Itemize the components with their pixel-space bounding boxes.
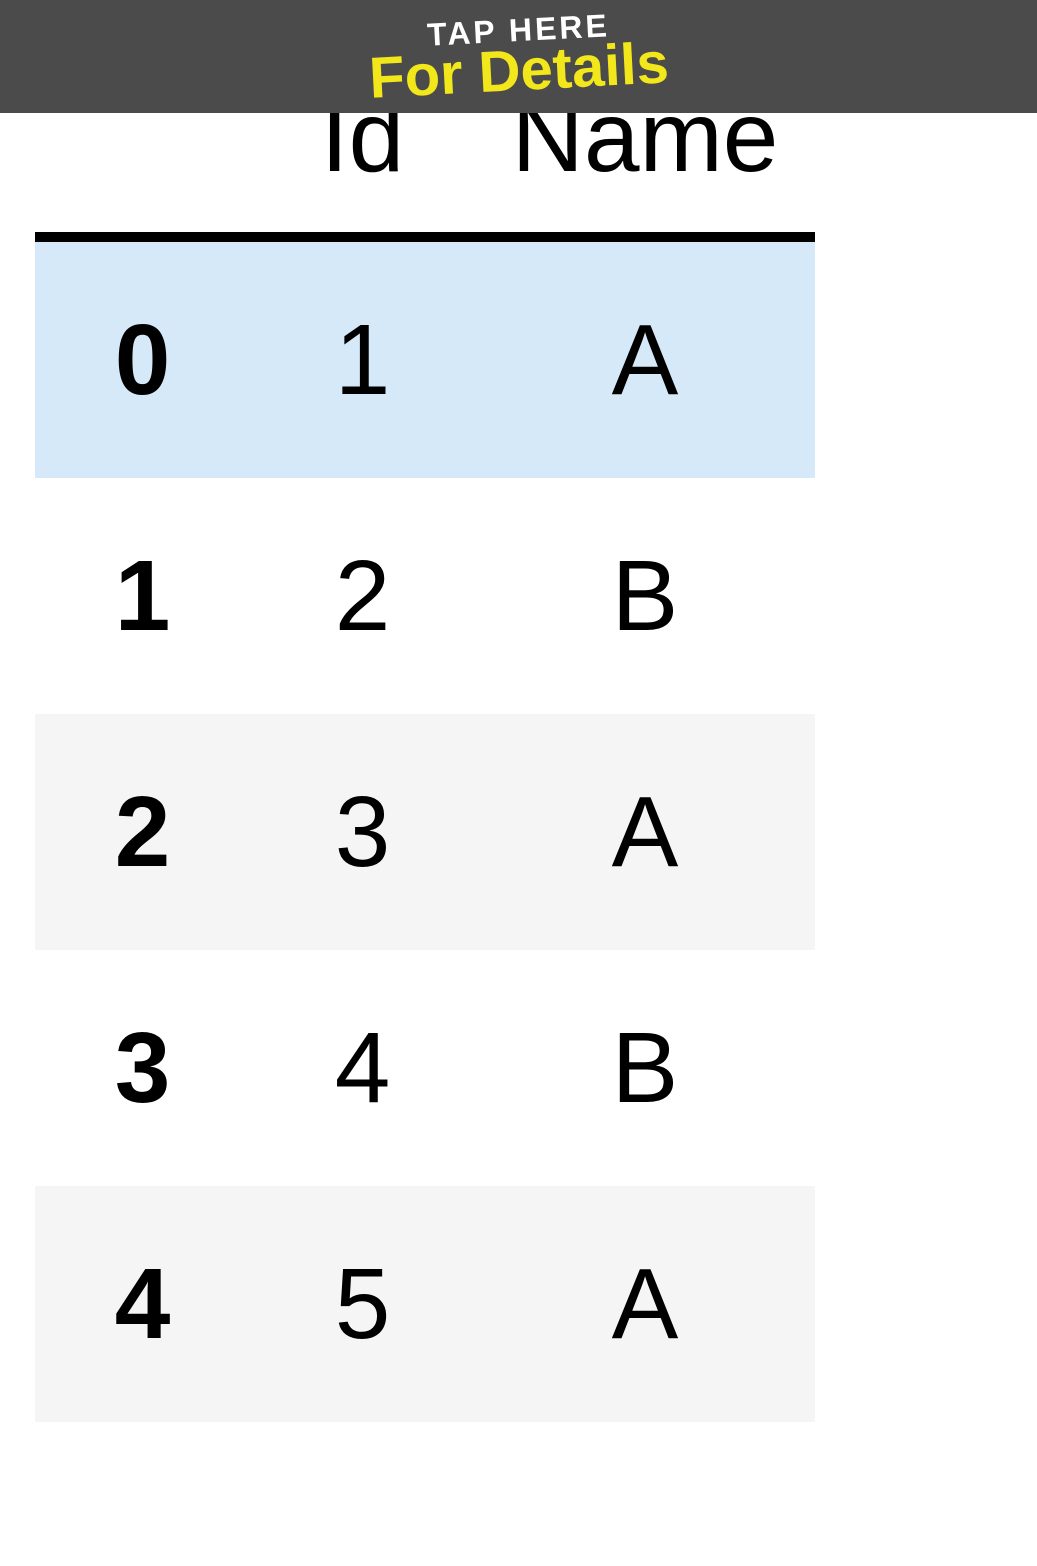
row-index: 1 (35, 539, 250, 654)
row-id: 5 (250, 1247, 475, 1362)
row-id: 3 (250, 775, 475, 890)
ad-banner[interactable]: TAP HERE For Details (0, 0, 1037, 113)
row-name: B (475, 1011, 815, 1126)
table-row[interactable]: 34B (35, 950, 815, 1186)
table-top-rule (35, 232, 815, 242)
row-name: A (475, 303, 815, 418)
data-table: Id Name 01A12B23A34B45A (35, 45, 815, 1422)
table-row[interactable]: 01A (35, 242, 815, 478)
row-id: 1 (250, 303, 475, 418)
table-row[interactable]: 23A (35, 714, 815, 950)
row-name: A (475, 775, 815, 890)
table-row[interactable]: 12B (35, 478, 815, 714)
row-id: 4 (250, 1011, 475, 1126)
banner-line2: For Details (367, 34, 669, 108)
table-row[interactable]: 45A (35, 1186, 815, 1422)
row-index: 4 (35, 1247, 250, 1362)
row-id: 2 (250, 539, 475, 654)
row-index: 3 (35, 1011, 250, 1126)
row-name: A (475, 1247, 815, 1362)
row-name: B (475, 539, 815, 654)
row-index: 0 (35, 303, 250, 418)
row-index: 2 (35, 775, 250, 890)
